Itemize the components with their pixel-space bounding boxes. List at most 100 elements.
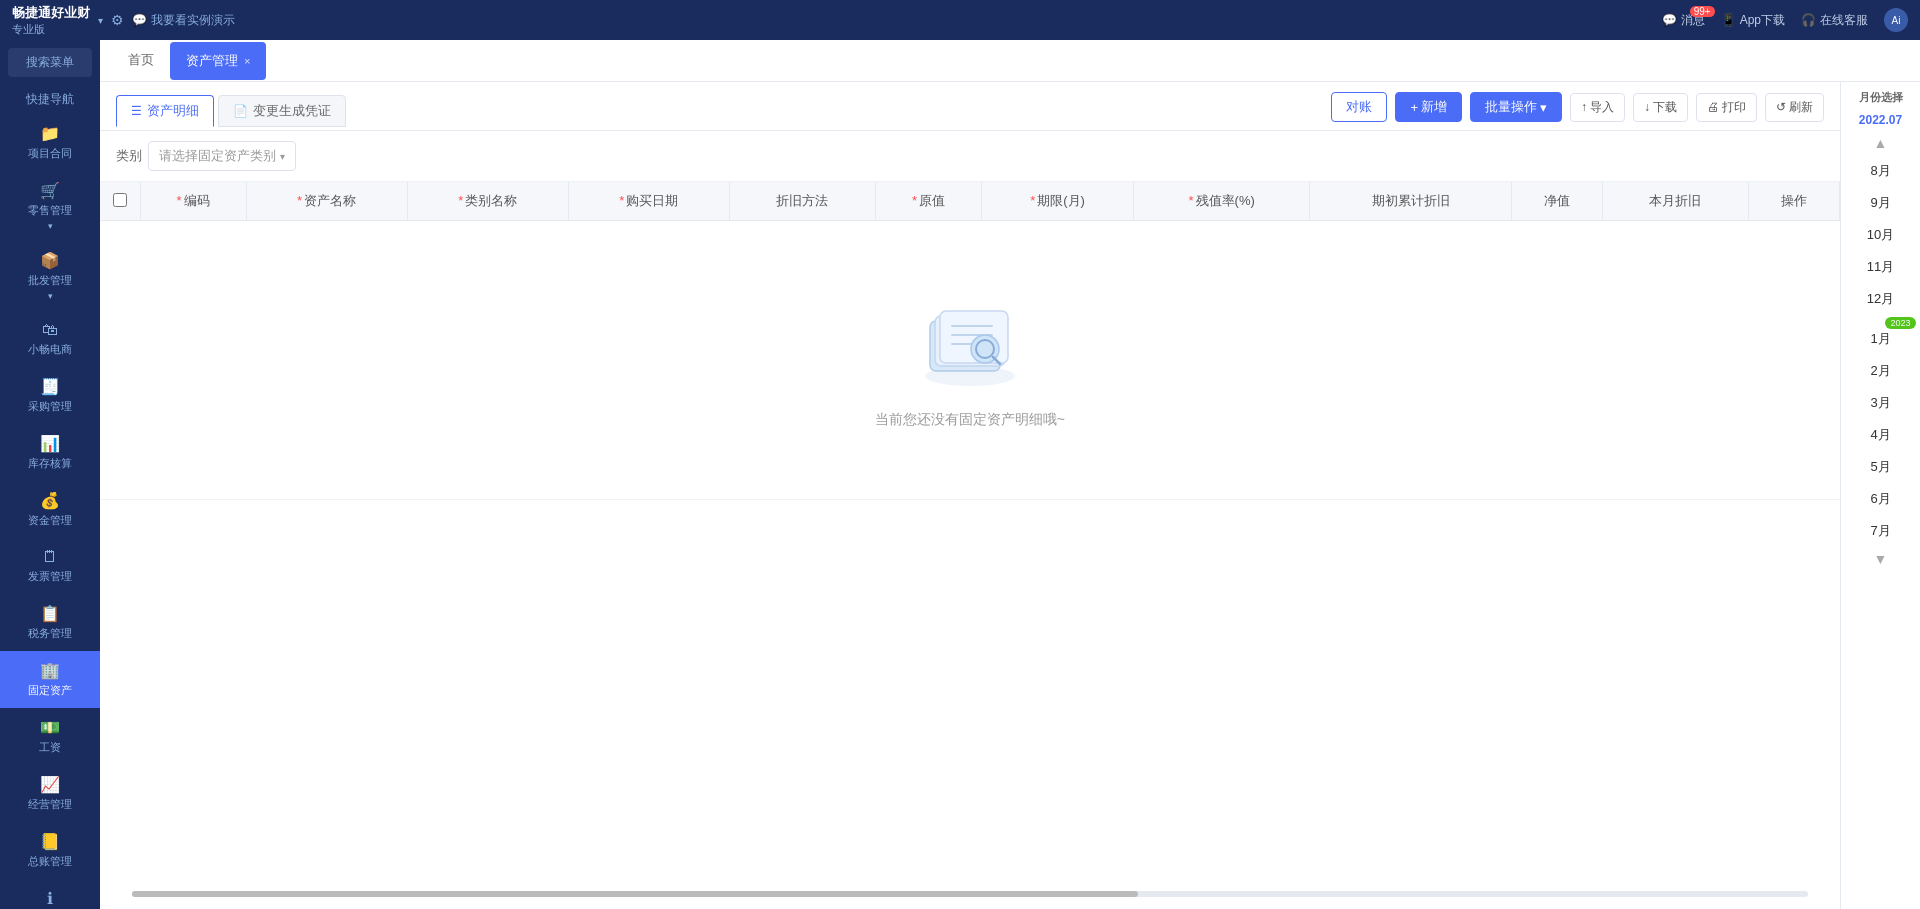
app-download-button[interactable]: 📱 App下载 [1721,12,1785,29]
batch-button[interactable]: 批量操作 ▾ [1470,92,1562,122]
assets-icon: 🏢 [40,661,60,680]
month-item-11[interactable]: 11月 [1846,251,1916,283]
sidebar-label-invoice: 发票管理 [28,569,72,584]
sidebar-item-purchase[interactable]: 🧾 采购管理 [0,367,100,424]
month-item-6[interactable]: 6月 [1846,483,1916,515]
tab-assets[interactable]: 资产管理 × [170,42,266,80]
th-period: *期限(月) [982,182,1134,221]
month-item-10[interactable]: 10月 [1846,219,1916,251]
sidebar-item-project[interactable]: 📁 项目合同 [0,114,100,171]
sidebar-item-ledger[interactable]: 📒 总账管理 [0,822,100,879]
scrollbar-thumb [132,891,1138,897]
th-name: *资产名称 [246,182,407,221]
tax-icon: 📋 [40,604,60,623]
category-dropdown[interactable]: 请选择固定资产类别 ▾ [148,141,296,171]
month-item-9[interactable]: 9月 [1846,187,1916,219]
tab-bar: 首页 资产管理 × [100,40,1920,82]
month-item-5[interactable]: 5月 [1846,451,1916,483]
main-layout: 搜索菜单 快捷导航 📁 项目合同 🛒 零售管理 ▾ 📦 批发管理 ▾ 🛍 小畅电… [0,40,1920,909]
batch-arrow-icon: ▾ [1540,100,1547,115]
print-button[interactable]: 🖨 打印 [1696,93,1757,122]
refresh-button[interactable]: ↺ 刷新 [1765,93,1824,122]
company-dropdown[interactable]: ▾ [98,15,103,26]
select-all-checkbox[interactable] [113,193,127,207]
online-service-button[interactable]: 🎧 在线客服 [1801,12,1868,29]
online-service-label: 在线客服 [1820,12,1868,29]
demo-link[interactable]: 💬 我要看实例演示 [132,12,235,29]
sidebar-label-ledger: 总账管理 [28,854,72,869]
wholesale-arrow-icon: ▾ [48,291,53,301]
sidebar-item-retail[interactable]: 🛒 零售管理 ▾ [0,171,100,241]
month-item-8[interactable]: 8月 [1846,155,1916,187]
category-placeholder: 请选择固定资产类别 [159,147,276,165]
ledger-icon: 📒 [40,832,60,851]
search-menu-button[interactable]: 搜索菜单 [8,48,92,77]
table-container: *编码 *资产名称 *类别名称 *购买日期 折旧方法 *原值 *期限(月) *残… [100,182,1840,883]
sidebar-item-wholesale[interactable]: 📦 批发管理 ▾ [0,241,100,311]
invoice-icon: 🗒 [42,548,58,566]
th-operation: 操作 [1748,182,1839,221]
download-button[interactable]: ↓ 下载 [1633,93,1688,122]
tab-home[interactable]: 首页 [112,41,170,81]
print-label: 打印 [1722,99,1746,116]
month-item-2[interactable]: 2月 [1846,355,1916,387]
add-button[interactable]: + 新增 [1395,92,1462,122]
sidebar-item-salary[interactable]: 💵 工资 [0,708,100,765]
download-label: 下载 [1653,99,1677,116]
tab-close-icon[interactable]: × [244,55,250,67]
sidebar-label-operations: 经营管理 [28,797,72,812]
sidebar-item-ecommerce[interactable]: 🛍 小畅电商 [0,311,100,367]
tab-home-label: 首页 [128,51,154,69]
user-avatar[interactable]: Ai [1884,8,1908,32]
ecommerce-icon: 🛍 [42,321,58,339]
salary-icon: 💵 [40,718,60,737]
sidebar-item-finance[interactable]: 💰 资金管理 [0,481,100,538]
filter-category: 类别 请选择固定资产类别 ▾ [116,141,296,171]
settings-button[interactable]: ⚙ [111,12,124,28]
sidebar-item-invoice[interactable]: 🗒 发票管理 [0,538,100,594]
empty-illustration [910,291,1030,391]
sidebar-quicknav[interactable]: 快捷导航 [0,85,100,114]
app-download-label: App下载 [1740,12,1785,29]
content-area: 首页 资产管理 × ☰ 资产明细 📄 [100,40,1920,909]
message-badge: 99+ [1690,6,1715,17]
wholesale-icon: 📦 [40,251,60,270]
app-title-block: 畅捷通好业财 专业版 [12,4,90,37]
sidebar-item-basics[interactable]: ℹ 基础信息 [0,879,100,909]
month-item-3[interactable]: 3月 [1846,387,1916,419]
sidebar-item-inventory[interactable]: 📊 库存核算 [0,424,100,481]
sub-tab-voucher[interactable]: 📄 变更生成凭证 [218,95,346,127]
sidebar-label-purchase: 采购管理 [28,399,72,414]
th-checkbox [100,182,140,221]
horizontal-scrollbar[interactable] [132,891,1808,897]
th-depreciation-method: 折旧方法 [729,182,875,221]
sidebar-item-operations[interactable]: 📈 经营管理 [0,765,100,822]
refresh-label: 刷新 [1789,99,1813,116]
month-nav-up[interactable]: ▲ [1869,131,1893,155]
month-item-4[interactable]: 4月 [1846,419,1916,451]
sidebar-label-project: 项目合同 [28,146,72,161]
empty-text: 当前您还没有固定资产明细哦~ [875,411,1065,429]
sidebar-label-ecommerce: 小畅电商 [28,342,72,357]
message-button[interactable]: 💬 消息 99+ [1662,12,1705,29]
add-label: 新增 [1421,98,1447,116]
retail-icon: 🛒 [40,181,60,200]
duizhang-button[interactable]: 对账 [1331,92,1387,122]
asset-detail-icon: ☰ [131,104,142,118]
message-icon: 💬 [1662,13,1677,27]
month-item-12[interactable]: 12月 [1846,283,1916,315]
month-panel-title: 月份选择 [1855,82,1907,109]
user-name: Ai [1892,15,1901,26]
sub-tab-asset-detail[interactable]: ☰ 资产明细 [116,95,214,127]
tab-assets-label: 资产管理 [186,52,238,70]
sidebar-item-assets[interactable]: 🏢 固定资产 [0,651,100,708]
sidebar-item-tax[interactable]: 📋 税务管理 [0,594,100,651]
year-2023-wrapper: 2023 [1841,315,1920,323]
empty-state: 当前您还没有固定资产明细哦~ [108,231,1832,489]
page-content: ☰ 资产明细 📄 变更生成凭证 对账 + 新增 [100,82,1920,909]
sub-tab-voucher-label: 变更生成凭证 [253,102,331,120]
month-item-7[interactable]: 7月 [1846,515,1916,547]
import-button[interactable]: ↑ 导入 [1570,93,1625,122]
service-icon: 🎧 [1801,13,1816,27]
month-nav-down[interactable]: ▼ [1869,547,1893,571]
